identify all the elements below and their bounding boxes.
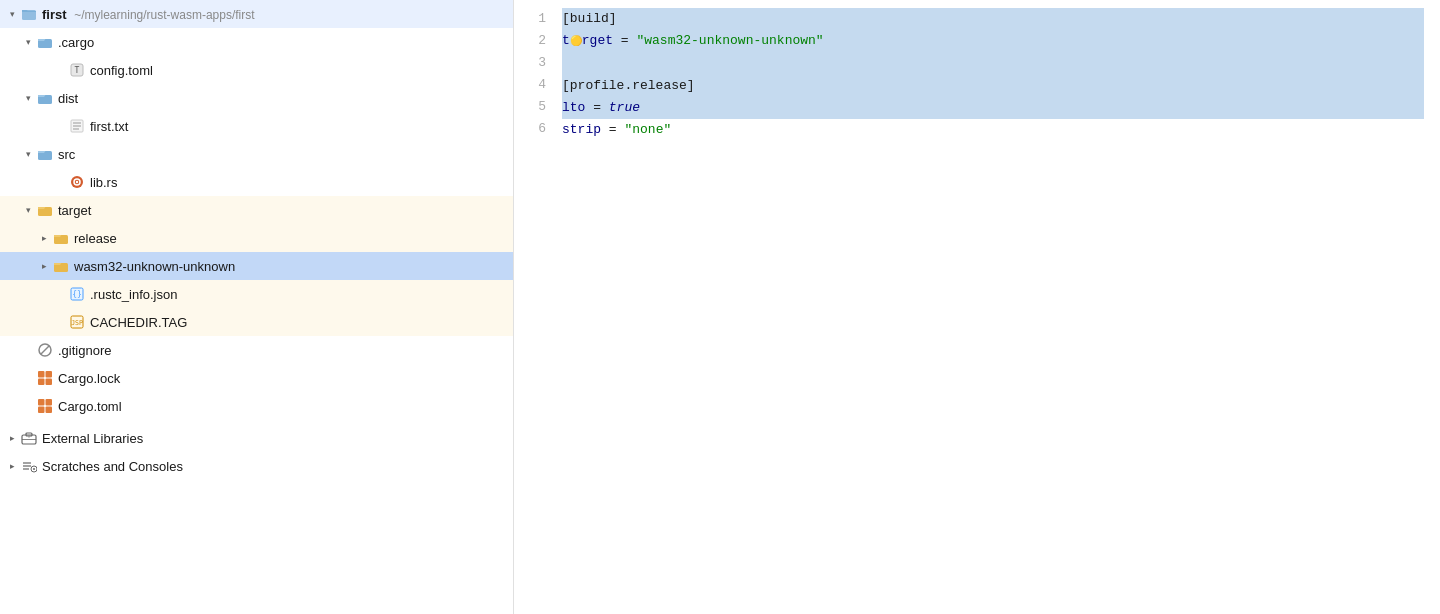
svg-text:T: T <box>75 66 80 75</box>
file-tree-panel[interactable]: first ~/mylearning/rust-wasm-apps/first … <box>0 0 514 614</box>
wasm32-label: wasm32-unknown-unknown <box>74 259 235 274</box>
svg-rect-27 <box>46 399 53 406</box>
config-toml-icon: T <box>68 61 86 79</box>
first-txt-label: first.txt <box>90 119 128 134</box>
sidebar-item-external-libraries[interactable]: External Libraries <box>0 424 513 452</box>
gitignore-label: .gitignore <box>58 343 111 358</box>
svg-point-38 <box>33 468 35 470</box>
root-chevron[interactable] <box>4 6 20 22</box>
config-toml-label: config.toml <box>90 63 153 78</box>
gitignore-icon <box>36 341 54 359</box>
line-num-2: 2 <box>514 30 546 52</box>
line-numbers: 1 2 3 4 5 6 <box>514 8 562 606</box>
first-txt-icon <box>68 117 86 135</box>
rustc-info-label: .rustc_info.json <box>90 287 177 302</box>
svg-rect-28 <box>38 407 45 414</box>
svg-rect-23 <box>46 371 53 378</box>
external-libs-icon <box>20 429 38 447</box>
release-chevron[interactable] <box>36 230 52 246</box>
sidebar-item-cargo-lock[interactable]: Cargo.lock <box>0 364 513 392</box>
sidebar-item-cachedir[interactable]: JSP CACHEDIR.TAG <box>0 308 513 336</box>
sidebar-item-rustc-info[interactable]: {} .rustc_info.json <box>0 280 513 308</box>
sidebar-item-cargo-toml[interactable]: Cargo.toml <box>0 392 513 420</box>
sidebar-item-scratches[interactable]: Scratches and Consoles <box>0 452 513 480</box>
rustc-info-icon: {} <box>68 285 86 303</box>
code-line-4: [profile.release] <box>562 75 1424 97</box>
lib-rs-label: lib.rs <box>90 175 117 190</box>
svg-rect-29 <box>46 407 53 414</box>
svg-rect-26 <box>38 399 45 406</box>
cargo-folder-icon <box>36 33 54 51</box>
src-folder-icon <box>36 145 54 163</box>
svg-text:JSP: JSP <box>71 319 83 327</box>
editor-content[interactable]: 1 2 3 4 5 6 [build] t🟡rget = "wasm32-unk… <box>514 0 1440 614</box>
sidebar-item-dist[interactable]: dist <box>0 84 513 112</box>
target-label: target <box>58 203 91 218</box>
sidebar-item-first-txt[interactable]: first.txt <box>0 112 513 140</box>
external-libs-chevron[interactable] <box>4 430 20 446</box>
code-editor: 1 2 3 4 5 6 [build] t🟡rget = "wasm32-unk… <box>514 0 1440 614</box>
sidebar-item-config-toml[interactable]: T config.toml <box>0 56 513 84</box>
dist-chevron[interactable] <box>20 90 36 106</box>
tree-root[interactable]: first ~/mylearning/rust-wasm-apps/first <box>0 0 513 28</box>
line-num-5: 5 <box>514 96 546 118</box>
cargo-chevron[interactable] <box>20 34 36 50</box>
sidebar-item-lib-rs[interactable]: lib.rs <box>0 168 513 196</box>
scratches-label: Scratches and Consoles <box>42 459 183 474</box>
root-label: first ~/mylearning/rust-wasm-apps/first <box>42 7 255 22</box>
root-folder-icon <box>20 5 38 23</box>
sidebar-item-release[interactable]: release <box>0 224 513 252</box>
target-chevron[interactable] <box>20 202 36 218</box>
cachedir-label: CACHEDIR.TAG <box>90 315 187 330</box>
dist-label: dist <box>58 91 78 106</box>
scratches-chevron[interactable] <box>4 458 20 474</box>
target-folder-icon <box>36 201 54 219</box>
line-num-4: 4 <box>514 74 546 96</box>
line-num-3: 3 <box>514 52 546 74</box>
release-label: release <box>74 231 117 246</box>
src-chevron[interactable] <box>20 146 36 162</box>
cargo-toml-label: Cargo.toml <box>58 399 122 414</box>
cargo-toml-icon <box>36 397 54 415</box>
code-line-6: strip = "none" <box>562 119 1424 141</box>
svg-rect-25 <box>46 379 53 386</box>
svg-text:{}: {} <box>72 290 82 299</box>
svg-line-21 <box>41 346 49 354</box>
wasm32-folder-icon <box>52 257 70 275</box>
sidebar-item-wasm32[interactable]: wasm32-unknown-unknown <box>0 252 513 280</box>
line-num-6: 6 <box>514 118 546 140</box>
sidebar-item-target[interactable]: target <box>0 196 513 224</box>
external-libraries-label: External Libraries <box>42 431 143 446</box>
cargo-label: .cargo <box>58 35 94 50</box>
svg-point-12 <box>76 181 78 183</box>
release-folder-icon <box>52 229 70 247</box>
src-label: src <box>58 147 75 162</box>
code-line-2: t🟡rget = "wasm32-unknown-unknown" <box>562 30 1424 53</box>
code-line-1: [build] <box>562 8 1424 30</box>
sidebar-item-src[interactable]: src <box>0 140 513 168</box>
sidebar-item-gitignore[interactable]: .gitignore <box>0 336 513 364</box>
cargo-lock-icon <box>36 369 54 387</box>
line-num-1: 1 <box>514 8 546 30</box>
wasm32-chevron[interactable] <box>36 258 52 274</box>
svg-rect-22 <box>38 371 45 378</box>
code-line-3 <box>562 53 1424 75</box>
svg-rect-24 <box>38 379 45 386</box>
code-content[interactable]: [build] t🟡rget = "wasm32-unknown-unknown… <box>562 8 1440 606</box>
cargo-lock-label: Cargo.lock <box>58 371 120 386</box>
dist-folder-icon <box>36 89 54 107</box>
lib-rs-icon <box>68 173 86 191</box>
cachedir-icon: JSP <box>68 313 86 331</box>
code-line-5: lto = true <box>562 97 1424 119</box>
scratches-icon <box>20 457 38 475</box>
sidebar-item-cargo[interactable]: .cargo <box>0 28 513 56</box>
